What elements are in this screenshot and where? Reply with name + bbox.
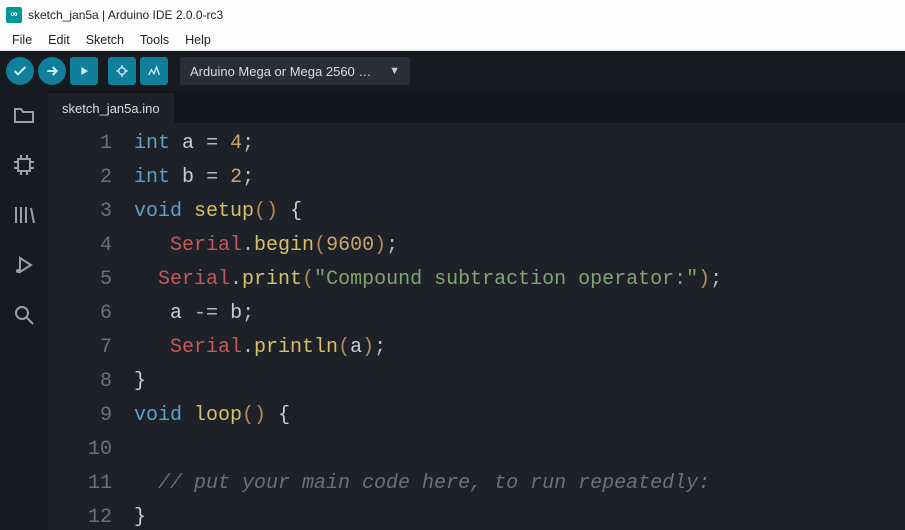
code-line[interactable]: [134, 433, 905, 467]
explorer-button[interactable]: [10, 101, 38, 129]
line-number: 5: [48, 263, 112, 297]
line-number: 12: [48, 501, 112, 530]
code-line[interactable]: void loop() {: [134, 399, 905, 433]
line-number: 10: [48, 433, 112, 467]
line-number: 9: [48, 399, 112, 433]
search-button[interactable]: [10, 301, 38, 329]
folder-icon: [12, 103, 36, 127]
arrow-right-icon: [44, 63, 60, 79]
line-number: 1: [48, 127, 112, 161]
line-number: 6: [48, 297, 112, 331]
bug-icon: [114, 63, 130, 79]
code-lines[interactable]: int a = 4;int b = 2;void setup() { Seria…: [134, 127, 905, 530]
menu-tools[interactable]: Tools: [132, 31, 177, 49]
code-line[interactable]: a -= b;: [134, 297, 905, 331]
board-selector[interactable]: Arduino Mega or Mega 2560 … ▼: [180, 57, 410, 85]
menu-help[interactable]: Help: [177, 31, 219, 49]
menubar: File Edit Sketch Tools Help: [0, 29, 905, 51]
chip-icon: [12, 153, 36, 177]
menu-edit[interactable]: Edit: [40, 31, 78, 49]
line-gutter: 123456789101112: [48, 127, 134, 530]
check-icon: [12, 63, 28, 79]
code-line[interactable]: Serial.begin(9600);: [134, 229, 905, 263]
line-number: 3: [48, 195, 112, 229]
debug-panel-button[interactable]: [10, 251, 38, 279]
code-line[interactable]: int b = 2;: [134, 161, 905, 195]
plotter-icon: [146, 63, 162, 79]
code-editor[interactable]: 123456789101112 int a = 4;int b = 2;void…: [48, 123, 905, 530]
window-title: sketch_jan5a | Arduino IDE 2.0.0-rc3: [28, 8, 223, 22]
debugger-button[interactable]: [108, 57, 136, 85]
boards-manager-button[interactable]: [10, 151, 38, 179]
serial-plotter-button[interactable]: [140, 57, 168, 85]
editor-tabs: sketch_jan5a.ino: [48, 91, 905, 123]
library-manager-button[interactable]: [10, 201, 38, 229]
code-line[interactable]: void setup() {: [134, 195, 905, 229]
upload-button[interactable]: [38, 57, 66, 85]
line-number: 4: [48, 229, 112, 263]
search-icon: [12, 303, 36, 327]
activity-bar: [0, 91, 48, 530]
code-line[interactable]: Serial.println(a);: [134, 331, 905, 365]
toolbar: Arduino Mega or Mega 2560 … ▼: [0, 51, 905, 91]
line-number: 2: [48, 161, 112, 195]
board-selector-label: Arduino Mega or Mega 2560 …: [190, 64, 371, 79]
tab-active[interactable]: sketch_jan5a.ino: [48, 93, 174, 123]
menu-file[interactable]: File: [4, 31, 40, 49]
line-number: 11: [48, 467, 112, 501]
line-number: 7: [48, 331, 112, 365]
verify-button[interactable]: [6, 57, 34, 85]
chevron-down-icon: ▼: [389, 65, 400, 77]
debug-icon: [12, 253, 36, 277]
play-bug-icon: [76, 63, 92, 79]
app-icon: ∞: [6, 7, 22, 23]
line-number: 8: [48, 365, 112, 399]
debug-start-button[interactable]: [70, 57, 98, 85]
code-line[interactable]: Serial.print("Compound subtraction opera…: [134, 263, 905, 297]
code-line[interactable]: }: [134, 501, 905, 530]
code-line[interactable]: int a = 4;: [134, 127, 905, 161]
code-line[interactable]: // put your main code here, to run repea…: [134, 467, 905, 501]
code-line[interactable]: }: [134, 365, 905, 399]
editor-area: sketch_jan5a.ino 123456789101112 int a =…: [48, 91, 905, 530]
books-icon: [12, 203, 36, 227]
window-titlebar: ∞ sketch_jan5a | Arduino IDE 2.0.0-rc3: [0, 0, 905, 29]
menu-sketch[interactable]: Sketch: [78, 31, 132, 49]
main-area: sketch_jan5a.ino 123456789101112 int a =…: [0, 91, 905, 530]
